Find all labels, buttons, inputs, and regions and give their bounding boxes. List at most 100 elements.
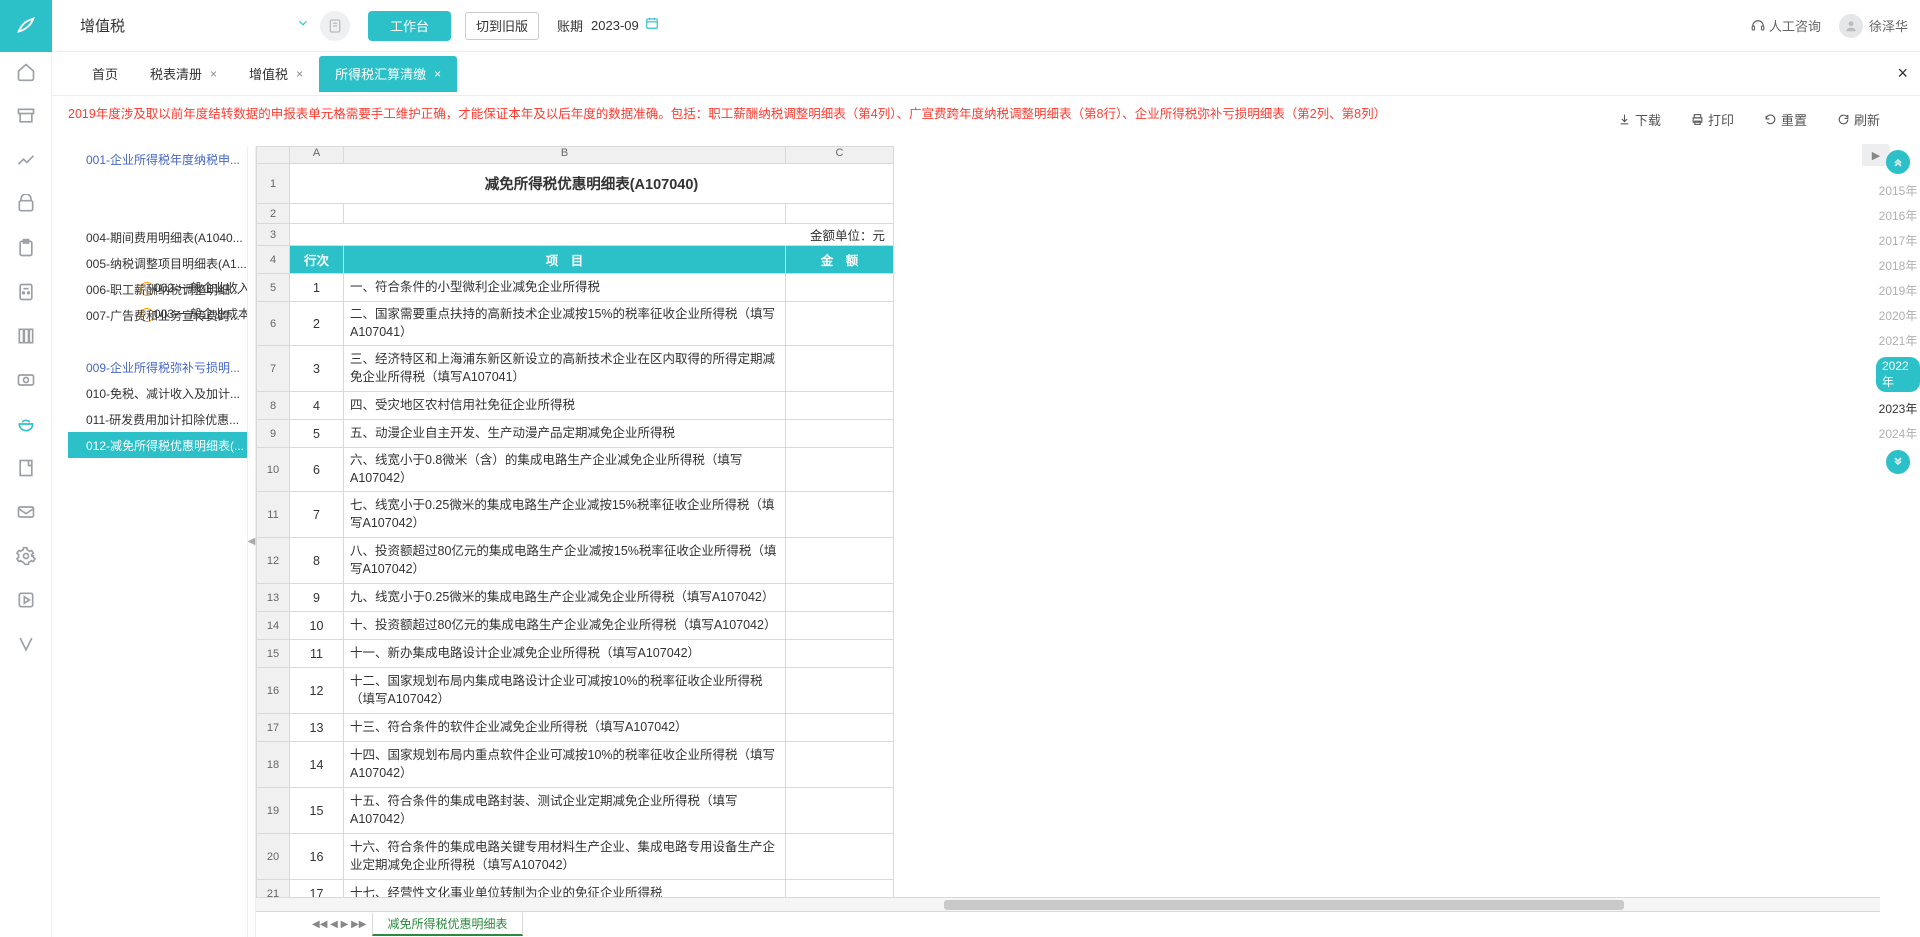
- reset-button[interactable]: 重置: [1764, 110, 1807, 129]
- close-icon[interactable]: ×: [296, 67, 303, 81]
- cell[interactable]: 9: [290, 584, 344, 612]
- cell[interactable]: 17: [290, 880, 344, 897]
- year-2019[interactable]: 2019年: [1879, 282, 1918, 299]
- switch-old-button[interactable]: 切到旧版: [465, 12, 539, 40]
- year-2021[interactable]: 2021年: [1879, 332, 1918, 349]
- bag-icon[interactable]: [16, 194, 36, 214]
- cell[interactable]: [786, 880, 894, 897]
- cell[interactable]: 14: [290, 742, 344, 788]
- cell[interactable]: 六、线宽小于0.8微米（含）的集成电路生产企业减免企业所得税（填写A107042…: [344, 448, 786, 492]
- cell[interactable]: 四、受灾地区农村信用社免征企业所得税: [344, 392, 786, 420]
- cell[interactable]: [786, 420, 894, 448]
- cell[interactable]: 13: [256, 584, 290, 612]
- cell[interactable]: [786, 834, 894, 880]
- tree-item-006[interactable]: 006-职工薪酬纳税调整明细...: [68, 276, 247, 302]
- cell[interactable]: [786, 204, 894, 224]
- cell[interactable]: 8: [290, 538, 344, 584]
- cell[interactable]: [786, 274, 894, 302]
- cell[interactable]: 五、动漫企业自主开发、生产动漫产品定期减免企业所得税: [344, 420, 786, 448]
- year-2023[interactable]: 2023年: [1879, 400, 1918, 417]
- cell[interactable]: [344, 204, 786, 224]
- cell[interactable]: 1: [290, 274, 344, 302]
- receipt-icon[interactable]: [16, 458, 36, 478]
- col-b[interactable]: B: [344, 146, 786, 164]
- tab-tax-list[interactable]: 税表清册×: [134, 56, 233, 92]
- cell[interactable]: 七、线宽小于0.25微米的集成电路生产企业减按15%税率征收企业所得税（填写A1…: [344, 492, 786, 538]
- cell[interactable]: 十四、国家规划布局内重点软件企业可减按10%的税率征收企业所得税（填写A1070…: [344, 742, 786, 788]
- tree-item-004[interactable]: 004-期间费用明细表(A1040...: [68, 224, 247, 250]
- play-icon[interactable]: [16, 590, 36, 610]
- cell[interactable]: 十二、国家规划布局内集成电路设计企业可减按10%的税率征收企业所得税（填写A10…: [344, 668, 786, 714]
- cell[interactable]: 8: [256, 392, 290, 420]
- user-menu[interactable]: 徐泽华: [1839, 14, 1908, 38]
- print-button[interactable]: 打印: [1691, 110, 1734, 129]
- cell[interactable]: [786, 714, 894, 742]
- cell[interactable]: [786, 668, 894, 714]
- cell[interactable]: [786, 392, 894, 420]
- cell[interactable]: 13: [290, 714, 344, 742]
- sheet-nav-icons[interactable]: ◀◀ ◀ ▶ ▶▶: [312, 919, 366, 930]
- cell[interactable]: 12: [256, 538, 290, 584]
- calendar-icon[interactable]: [645, 16, 659, 35]
- tree-item-005[interactable]: 005-纳税调整项目明细表(A1...: [68, 250, 247, 276]
- cell[interactable]: 九、线宽小于0.25微米的集成电路生产企业减免企业所得税（填写A107042）: [344, 584, 786, 612]
- sheet-body[interactable]: 1减免所得税优惠明细表(A107040)23金额单位：元4行次项 目金 额51一…: [256, 164, 1880, 897]
- cell[interactable]: 11: [256, 492, 290, 538]
- cell[interactable]: 三、经济特区和上海浦东新区新设立的高新技术企业在区内取得的所得定期减免企业所得税…: [344, 346, 786, 392]
- cell[interactable]: 十、投资额超过80亿元的集成电路生产企业减免企业所得税（填写A107042）: [344, 612, 786, 640]
- cell[interactable]: 19: [256, 788, 290, 834]
- cell[interactable]: 18: [256, 742, 290, 788]
- col-c[interactable]: C: [786, 146, 894, 164]
- money-icon[interactable]: [16, 370, 36, 390]
- download-button[interactable]: 下载: [1618, 110, 1661, 129]
- cell[interactable]: [786, 584, 894, 612]
- cell[interactable]: [786, 742, 894, 788]
- home-icon[interactable]: [16, 62, 36, 82]
- gear-icon[interactable]: [16, 546, 36, 566]
- year-2017[interactable]: 2017年: [1879, 232, 1918, 249]
- cell[interactable]: 7: [290, 492, 344, 538]
- cell[interactable]: 15: [290, 788, 344, 834]
- tabs-close-all-icon[interactable]: ×: [1897, 63, 1908, 84]
- tree-item-007[interactable]: 007-广告费和业务宣传费跨...: [68, 302, 247, 328]
- cell[interactable]: 十五、符合条件的集成电路封装、测试企业定期减免企业所得税（填写A107042）: [344, 788, 786, 834]
- period-value[interactable]: 2023-09: [591, 18, 639, 33]
- year-2020[interactable]: 2020年: [1879, 307, 1918, 324]
- horizontal-scrollbar[interactable]: [256, 897, 1880, 911]
- cell[interactable]: 16: [256, 668, 290, 714]
- collapse-handle-icon[interactable]: ◀: [248, 146, 256, 937]
- clipboard-icon[interactable]: [16, 238, 36, 258]
- v-icon[interactable]: [16, 634, 36, 654]
- cell[interactable]: 17: [256, 714, 290, 742]
- cell[interactable]: 10: [256, 448, 290, 492]
- cell[interactable]: 9: [256, 420, 290, 448]
- tab-income-tax[interactable]: 所得税汇算清缴×: [319, 56, 457, 92]
- chart-icon[interactable]: [16, 150, 36, 170]
- cell[interactable]: 20: [256, 834, 290, 880]
- cell[interactable]: 5: [256, 274, 290, 302]
- cell[interactable]: 14: [256, 612, 290, 640]
- tree-item-001[interactable]: 001-企业所得税年度纳税申...: [68, 146, 247, 172]
- app-logo[interactable]: [0, 0, 52, 52]
- cell[interactable]: 15: [256, 640, 290, 668]
- archive-icon[interactable]: [16, 106, 36, 126]
- cell[interactable]: 11: [290, 640, 344, 668]
- cell[interactable]: [290, 204, 344, 224]
- year-2018[interactable]: 2018年: [1879, 257, 1918, 274]
- doc-icon-button[interactable]: [320, 11, 350, 41]
- cell[interactable]: 16: [290, 834, 344, 880]
- scrollbar-thumb[interactable]: [944, 900, 1624, 910]
- consult-link[interactable]: 人工咨询: [1751, 16, 1821, 35]
- calc-icon[interactable]: [16, 282, 36, 302]
- cell[interactable]: 2: [290, 302, 344, 346]
- cell[interactable]: 10: [290, 612, 344, 640]
- cell[interactable]: 八、投资额超过80亿元的集成电路生产企业减按15%税率征收企业所得税（填写A10…: [344, 538, 786, 584]
- scroll-up-icon[interactable]: [1886, 150, 1910, 174]
- cell[interactable]: 一、符合条件的小型微利企业减免企业所得税: [344, 274, 786, 302]
- cell[interactable]: 5: [290, 420, 344, 448]
- tree-item-009[interactable]: 009-企业所得税弥补亏损明...: [68, 354, 247, 380]
- close-icon[interactable]: ×: [210, 67, 217, 81]
- cell[interactable]: 十一、新办集成电路设计企业减免企业所得税（填写A107042）: [344, 640, 786, 668]
- cell[interactable]: 3: [290, 346, 344, 392]
- cell[interactable]: 2: [256, 204, 290, 224]
